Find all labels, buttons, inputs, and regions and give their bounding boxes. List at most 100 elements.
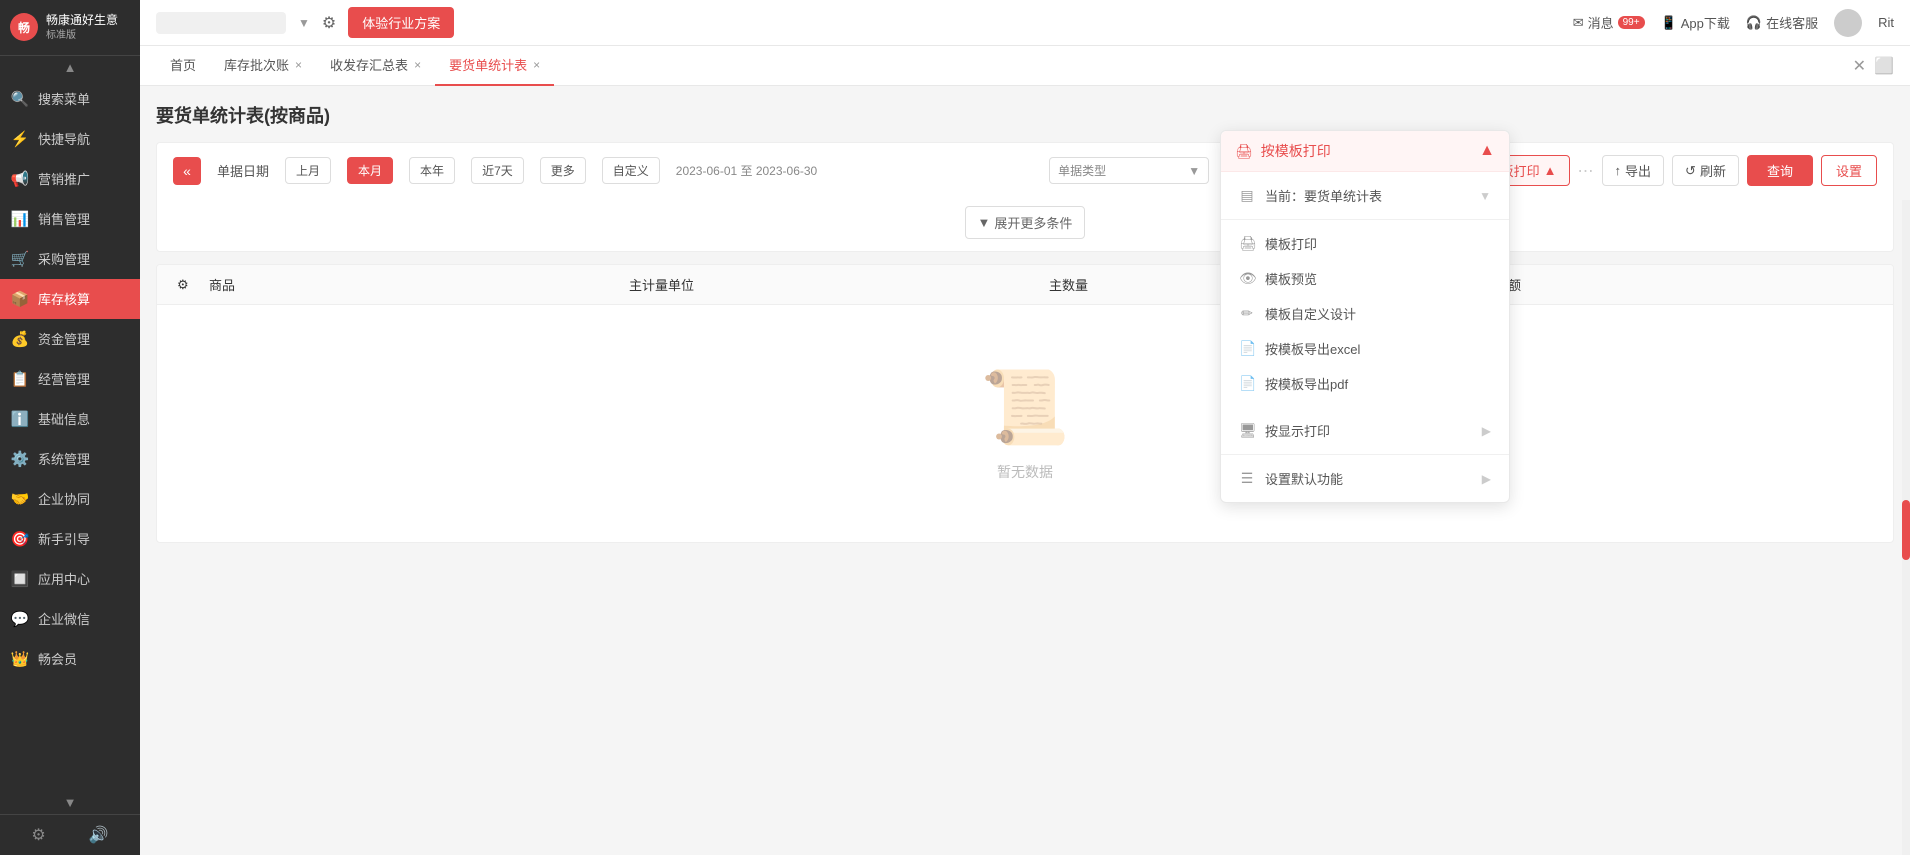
sidebar-item-apps[interactable]: 🔲 应用中心 [0,559,140,599]
marketing-icon: 📢 [10,169,30,189]
current-item-icon: ▤ [1239,187,1255,204]
message-btn[interactable]: ✉ 消息 99+ [1573,13,1645,32]
content-area: 要货单统计表(按商品) « 单据日期 上月 本月 本年 近7天 更多 自定义 2… [140,86,1910,855]
sidebar: 畅 畅康通好生意 标准版 ▲ 🔍 搜索菜单 ⚡ 快捷导航 📢 营销推广 📊 销售… [0,0,140,855]
date-btn-last-month[interactable]: 上月 [285,157,331,184]
sidebar-item-member[interactable]: 👑 畅会员 [0,639,140,679]
sidebar-scroll-down[interactable]: ▼ [0,791,140,814]
date-label: 单据日期 [217,161,269,180]
topbar: ▼ ⚙ 体验行业方案 ✉ 消息 99+ 📱 App下载 🎧 在线客服 Rit [140,0,1910,46]
page-title: 要货单统计表(按商品) [156,102,1894,128]
app-logo: 畅 畅康通好生意 标准版 [0,0,140,56]
display-print-chevron: ▶ [1482,424,1491,438]
dropdown-item-template-design[interactable]: ✏ 模板自定义设计 [1221,296,1509,331]
sidebar-item-sales[interactable]: 📊 销售管理 [0,199,140,239]
main-area: ▼ ⚙ 体验行业方案 ✉ 消息 99+ 📱 App下载 🎧 在线客服 Rit 首… [140,0,1910,855]
settings-btn[interactable]: 设置 [1821,155,1877,186]
message-icon: ✉ [1573,15,1584,31]
dropdown-item-template-print[interactable]: 🖨 模板打印 [1221,226,1509,261]
dropdown-items-section: 🖨 模板打印 👁 模板预览 ✏ 模板自定义设计 📄 按模板导出excel [1221,220,1509,407]
default-func-icon: ☰ [1239,470,1255,487]
export-excel-icon: 📄 [1239,340,1255,357]
search-wrap[interactable] [156,12,286,34]
filter-expand-btn[interactable]: « [173,157,201,185]
dropdown-item-template-preview[interactable]: 👁 模板预览 [1221,261,1509,296]
toolbar-more-icon[interactable]: ⋯ [1578,161,1594,181]
sidebar-item-basic[interactable]: ℹ️ 基础信息 [0,399,140,439]
col-settings[interactable]: ⚙ [169,277,201,293]
dropdown-default-func-section: ☰ 设置默认功能 ▶ [1221,455,1509,502]
dropdown-current-item[interactable]: ▤ 当前：要货单统计表 ▼ [1221,178,1509,213]
date-btn-this-month[interactable]: 本月 [347,157,393,184]
app-download-btn[interactable]: 📱 App下载 [1661,13,1730,32]
settings-icon[interactable]: ⚙ [31,825,45,845]
sidebar-item-quick-nav[interactable]: ⚡ 快捷导航 [0,119,140,159]
print-dropdown: 🖨 按模板打印 ▲ ▤ 当前：要货单统计表 ▼ 🖨 模板打印 👁 模板预览 [1220,130,1510,503]
window-close-btn[interactable]: ✕ [1853,56,1866,76]
tab-collection-summary[interactable]: 收发存汇总表 × [316,46,435,86]
sidebar-item-marketing[interactable]: 📢 营销推广 [0,159,140,199]
topbar-gear-icon[interactable]: ⚙ [322,13,336,33]
logo-icon: 畅 [10,13,38,41]
sidebar-item-enterprise[interactable]: 🤝 企业协同 [0,479,140,519]
sidebar-item-operations[interactable]: 📋 经营管理 [0,359,140,399]
date-btn-custom[interactable]: 自定义 [602,157,660,184]
finance-icon: 💰 [10,329,30,349]
apps-icon: 🔲 [10,569,30,589]
table-empty: 📜 暂无数据 [157,305,1893,542]
table-header: ⚙ 商品 主计量单位 主数量 零售金额 [157,265,1893,305]
tabs-window-actions: ✕ ⬜ [1853,56,1894,76]
date-range: 2023-06-01 至 2023-06-30 [676,162,817,179]
expand-more-btn[interactable]: ▼ 展开更多条件 [965,206,1086,239]
sidebar-item-wechat[interactable]: 💬 企业微信 [0,599,140,639]
col-product: 商品 [201,275,621,294]
date-btn-7days[interactable]: 近7天 [471,157,524,184]
dropdown-display-print[interactable]: 🖥 按显示打印 ▶ [1221,413,1509,448]
dropdown-collapse-btn[interactable]: ▲ [1479,142,1495,160]
export-icon: ↑ [1615,163,1622,178]
search-input[interactable] [164,16,278,30]
sidebar-item-guide[interactable]: 🎯 新手引导 [0,519,140,559]
template-design-icon: ✏ [1239,305,1255,322]
export-pdf-icon: 📄 [1239,375,1255,392]
tab-batch-account[interactable]: 库存批次账 × [210,46,316,86]
sidebar-item-purchase[interactable]: 🛒 采购管理 [0,239,140,279]
date-btn-more[interactable]: 更多 [540,157,586,184]
tab-close-batch-account[interactable]: × [295,58,302,72]
download-icon: 📱 [1661,15,1677,31]
order-type-select[interactable]: 单据类型 ▼ [1049,157,1209,184]
sidebar-item-finance[interactable]: 💰 资金管理 [0,319,140,359]
sidebar-scroll-up[interactable]: ▲ [0,56,140,79]
tab-close-order-stats[interactable]: × [533,58,540,72]
tab-close-collection-summary[interactable]: × [414,58,421,72]
sidebar-item-search[interactable]: 🔍 搜索菜单 [0,79,140,119]
window-max-btn[interactable]: ⬜ [1874,56,1894,76]
operations-icon: 📋 [10,369,30,389]
empty-text: 暂无数据 [997,462,1053,482]
date-btn-this-year[interactable]: 本年 [409,157,455,184]
quick-nav-icon: ⚡ [10,129,30,149]
search-dropdown-chevron[interactable]: ▼ [298,16,310,30]
sidebar-item-system[interactable]: ⚙️ 系统管理 [0,439,140,479]
avatar[interactable] [1834,9,1862,37]
online-support-btn[interactable]: 🎧 在线客服 [1746,13,1818,32]
dropdown-item-export-pdf[interactable]: 📄 按模板导出pdf [1221,366,1509,401]
export-btn[interactable]: ↑ 导出 [1602,155,1665,186]
filter-panel: « 单据日期 上月 本月 本年 近7天 更多 自定义 2023-06-01 至 … [156,142,1894,252]
wechat-icon: 💬 [10,609,30,629]
dropdown-default-func[interactable]: ☰ 设置默认功能 ▶ [1221,461,1509,496]
sound-icon[interactable]: 🔊 [89,825,109,845]
refresh-btn[interactable]: ↺ 刷新 [1672,155,1739,186]
default-func-chevron: ▶ [1482,472,1491,486]
dropdown-item-export-excel[interactable]: 📄 按模板导出excel [1221,331,1509,366]
expand-more-icon: ▼ [978,215,991,230]
tab-home[interactable]: 首页 [156,46,210,86]
sidebar-footer: ⚙ 🔊 [0,814,140,855]
query-btn[interactable]: 查询 [1747,155,1813,186]
dropdown-header[interactable]: 🖨 按模板打印 ▲ [1221,131,1509,172]
right-scrollbar[interactable] [1902,200,1910,855]
sidebar-item-inventory[interactable]: 📦 库存核算 [0,279,140,319]
tab-order-stats[interactable]: 要货单统计表 × [435,46,554,86]
trial-btn[interactable]: 体验行业方案 [348,7,454,38]
print-chevron-up: ▲ [1544,163,1557,178]
